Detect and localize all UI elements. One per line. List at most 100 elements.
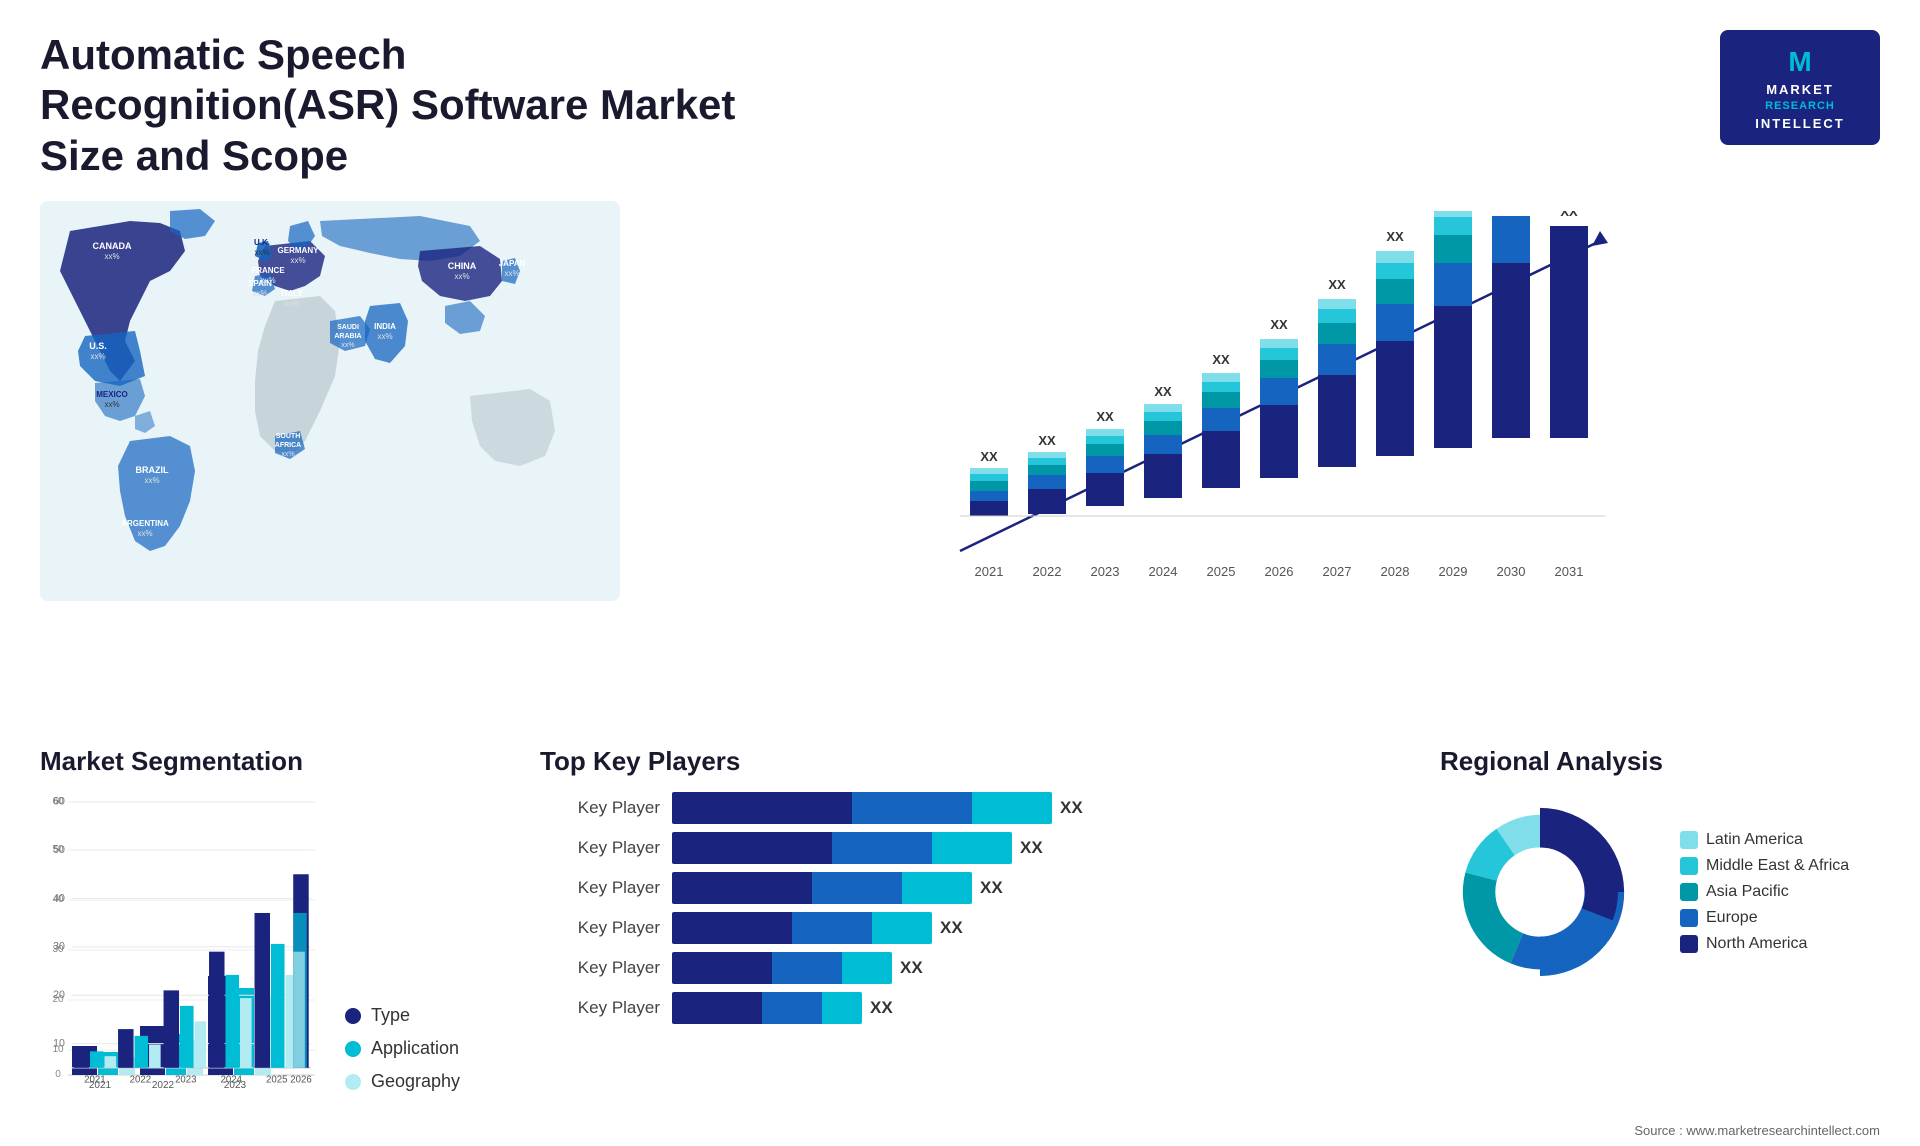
svg-text:2031: 2031 bbox=[1555, 564, 1584, 579]
svg-text:40: 40 bbox=[53, 892, 65, 904]
player-row-6: Key Player XX bbox=[540, 992, 1400, 1024]
key-players-title: Top Key Players bbox=[540, 746, 1400, 777]
world-map-svg: CANADA xx% U.S. xx% MEXICO xx% BRAZIL xx… bbox=[40, 201, 620, 601]
svg-text:xx%: xx% bbox=[290, 256, 305, 265]
svg-text:CANADA: CANADA bbox=[93, 241, 132, 251]
donut-svg-2 bbox=[1440, 792, 1640, 992]
player-bar-2 bbox=[672, 832, 1012, 864]
player-bar-wrap-3: XX bbox=[672, 872, 1400, 904]
bar-seg3 bbox=[902, 872, 972, 904]
middle-east-color bbox=[1680, 857, 1698, 875]
svg-text:XX: XX bbox=[1560, 211, 1578, 219]
bar-chart-svg: XX 2021 XX 2022 XX 2023 bbox=[660, 211, 1880, 591]
bar-seg3 bbox=[822, 992, 862, 1024]
player-bar-wrap-6: XX bbox=[672, 992, 1400, 1024]
svg-text:2026: 2026 bbox=[290, 1074, 311, 1085]
application-dot bbox=[345, 1041, 361, 1057]
asia-pacific-color bbox=[1680, 883, 1698, 901]
player-bar-3 bbox=[672, 872, 972, 904]
segmentation-section: Market Segmentation 60 50 40 30 20 10 0 bbox=[40, 746, 500, 1116]
seg-chart-overlay: 60 50 40 30 20 10 bbox=[40, 792, 320, 1092]
player-bar-wrap-1: XX bbox=[672, 792, 1400, 824]
legend-middle-east: Middle East & Africa bbox=[1680, 857, 1849, 875]
svg-text:50: 50 bbox=[53, 844, 65, 856]
svg-text:xx%: xx% bbox=[504, 269, 519, 278]
svg-text:XX: XX bbox=[1386, 229, 1404, 244]
svg-text:XX: XX bbox=[980, 449, 998, 464]
bar-seg1 bbox=[672, 832, 832, 864]
europe-label: Europe bbox=[1706, 909, 1758, 927]
donut-legend: Latin America Middle East & Africa Asia … bbox=[1680, 831, 1849, 953]
svg-text:2021: 2021 bbox=[975, 564, 1004, 579]
svg-text:SAUDI: SAUDI bbox=[337, 324, 359, 331]
bar-seg3 bbox=[872, 912, 932, 944]
svg-text:SOUTH: SOUTH bbox=[276, 433, 301, 440]
type-dot bbox=[345, 1008, 361, 1024]
svg-text:xx%: xx% bbox=[284, 299, 299, 308]
latin-america-color bbox=[1680, 831, 1698, 849]
bar-seg2 bbox=[832, 832, 932, 864]
svg-text:ARABIA: ARABIA bbox=[334, 333, 361, 340]
type-label: Type bbox=[371, 1005, 410, 1026]
page-title: Automatic Speech Recognition(ASR) Softwa… bbox=[40, 30, 740, 181]
bar-seg2 bbox=[812, 872, 902, 904]
svg-text:2025: 2025 bbox=[1207, 564, 1236, 579]
svg-text:XX: XX bbox=[1212, 352, 1230, 367]
north-america-label: North America bbox=[1706, 935, 1807, 953]
player-label-4: Key Player bbox=[540, 918, 660, 938]
svg-text:2025: 2025 bbox=[266, 1074, 287, 1085]
latin-america-label: Latin America bbox=[1706, 831, 1803, 849]
application-label: Application bbox=[371, 1038, 459, 1059]
regional-title: Regional Analysis bbox=[1440, 746, 1880, 777]
player-label-3: Key Player bbox=[540, 878, 660, 898]
asia-pacific-label: Asia Pacific bbox=[1706, 883, 1789, 901]
bar-seg2 bbox=[852, 792, 972, 824]
legend-application: Application bbox=[345, 1038, 460, 1059]
svg-text:xx%: xx% bbox=[252, 289, 267, 298]
legend-asia-pacific: Asia Pacific bbox=[1680, 883, 1849, 901]
bar-seg1 bbox=[672, 912, 792, 944]
svg-text:10: 10 bbox=[53, 1038, 65, 1050]
svg-text:XX: XX bbox=[1328, 277, 1346, 292]
svg-text:xx%: xx% bbox=[377, 332, 392, 341]
player-bar-4 bbox=[672, 912, 932, 944]
player-xx-1: XX bbox=[1060, 798, 1083, 818]
svg-text:XX: XX bbox=[1096, 409, 1114, 424]
svg-text:2027: 2027 bbox=[1323, 564, 1352, 579]
svg-text:xx%: xx% bbox=[281, 451, 294, 458]
svg-text:2024: 2024 bbox=[221, 1074, 243, 1085]
svg-text:XX: XX bbox=[1270, 317, 1288, 332]
svg-text:30: 30 bbox=[53, 941, 65, 953]
svg-text:XX: XX bbox=[1038, 433, 1056, 448]
svg-text:xx%: xx% bbox=[104, 252, 119, 261]
svg-text:xx%: xx% bbox=[144, 476, 159, 485]
logo-line1: MARKET bbox=[1738, 81, 1862, 99]
svg-text:ITALY: ITALY bbox=[281, 289, 303, 298]
key-players-section: Top Key Players Key Player XX Key Player bbox=[540, 746, 1400, 1116]
bar-seg2 bbox=[772, 952, 842, 984]
player-label-6: Key Player bbox=[540, 998, 660, 1018]
svg-text:xx%: xx% bbox=[137, 529, 152, 538]
logo-letter: M bbox=[1738, 42, 1862, 81]
player-xx-5: XX bbox=[900, 958, 923, 978]
svg-text:CHINA: CHINA bbox=[448, 261, 477, 271]
north-america-color bbox=[1680, 935, 1698, 953]
svg-text:xx%: xx% bbox=[254, 248, 269, 257]
svg-text:xx%: xx% bbox=[90, 352, 105, 361]
legend-geography: Geography bbox=[345, 1071, 460, 1092]
geography-label: Geography bbox=[371, 1071, 460, 1092]
player-xx-4: XX bbox=[940, 918, 963, 938]
svg-text:xx%: xx% bbox=[454, 272, 469, 281]
svg-text:2028: 2028 bbox=[1381, 564, 1410, 579]
player-bar-1 bbox=[672, 792, 1052, 824]
player-label-2: Key Player bbox=[540, 838, 660, 858]
bar-chart-section: XX 2021 XX 2022 XX 2023 bbox=[660, 201, 1880, 621]
player-label-5: Key Player bbox=[540, 958, 660, 978]
bar-seg3 bbox=[932, 832, 1012, 864]
svg-text:XX: XX bbox=[1154, 384, 1172, 399]
bar-seg1 bbox=[672, 792, 852, 824]
player-row-5: Key Player XX bbox=[540, 952, 1400, 984]
logo-line2: RESEARCH bbox=[1738, 99, 1862, 114]
bar-seg1 bbox=[672, 872, 812, 904]
bar-seg1 bbox=[672, 992, 762, 1024]
